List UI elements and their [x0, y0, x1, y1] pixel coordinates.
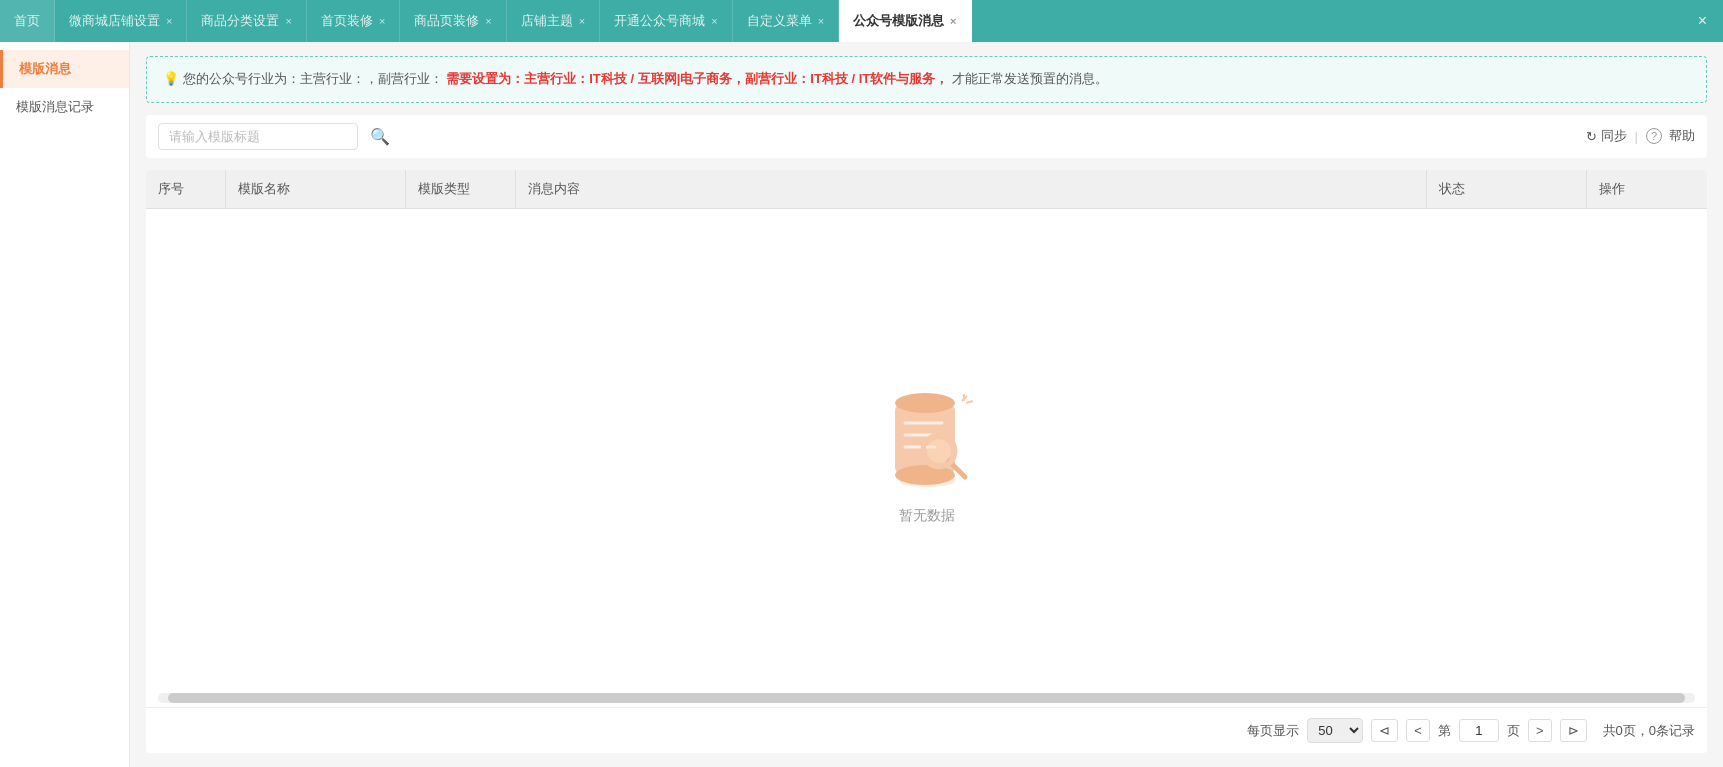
- nav-tab-3[interactable]: 首页装修×: [307, 0, 400, 42]
- sidebar: 模版消息模版消息记录: [0, 42, 130, 767]
- search-area: 🔍: [158, 123, 396, 150]
- help-label: 帮助: [1669, 127, 1695, 145]
- top-nav: 首页微商城店铺设置×商品分类设置×首页装修×商品页装修×店铺主题×开通公众号商城…: [0, 0, 1723, 42]
- svg-point-2: [895, 393, 955, 413]
- close-tab-icon-7[interactable]: ×: [818, 15, 824, 27]
- nav-tab-6[interactable]: 开通公众号商城×: [600, 0, 732, 42]
- page-size-label: 每页显示: [1247, 722, 1299, 740]
- close-tab-icon-3[interactable]: ×: [379, 15, 385, 27]
- divider: |: [1635, 129, 1638, 144]
- nav-tab-2[interactable]: 商品分类设置×: [187, 0, 306, 42]
- first-page-button[interactable]: ⊲: [1371, 719, 1398, 742]
- notice-icon: 💡: [163, 71, 179, 86]
- table-header-col-2: 模版类型: [406, 170, 516, 208]
- last-page-button[interactable]: ⊳: [1560, 719, 1587, 742]
- table-header-col-5: 操作: [1587, 170, 1707, 208]
- nav-tab-5[interactable]: 店铺主题×: [507, 0, 600, 42]
- total-label: 共0页，0条记录: [1603, 722, 1695, 740]
- close-tab-icon-4[interactable]: ×: [485, 15, 491, 27]
- table-header-col-0: 序号: [146, 170, 226, 208]
- horizontal-scrollbar[interactable]: [158, 693, 1695, 703]
- close-tab-icon-6[interactable]: ×: [711, 15, 717, 27]
- empty-illustration: [867, 373, 987, 493]
- search-input[interactable]: [158, 123, 358, 150]
- close-tab-icon-2[interactable]: ×: [285, 15, 291, 27]
- page-number-input[interactable]: [1459, 719, 1499, 742]
- prev-page-button[interactable]: <: [1406, 719, 1430, 742]
- table-header-col-3: 消息内容: [516, 170, 1427, 208]
- sidebar-item-1[interactable]: 模版消息记录: [0, 88, 129, 126]
- svg-point-9: [927, 439, 951, 463]
- sync-icon: ↻: [1586, 129, 1597, 144]
- main-layout: 模版消息模版消息记录 💡 您的公众号行业为：主营行业：，副营行业： 需要设置为：…: [0, 42, 1723, 767]
- toolbar: 🔍 ↻ 同步 | ? 帮助: [146, 115, 1707, 158]
- page-size-select[interactable]: 50 20 100: [1307, 718, 1363, 743]
- empty-state: 暂无数据: [146, 209, 1707, 689]
- search-button[interactable]: 🔍: [364, 125, 396, 148]
- nav-tab-7[interactable]: 自定义菜单×: [733, 0, 839, 42]
- content-area: 💡 您的公众号行业为：主营行业：，副营行业： 需要设置为：主营行业：IT科技 /…: [130, 42, 1723, 767]
- svg-line-12: [966, 401, 973, 403]
- table-header: 序号模版名称模版类型消息内容状态操作: [146, 170, 1707, 209]
- help-button[interactable]: ? 帮助: [1646, 127, 1695, 145]
- notice-suffix: 才能正常发送预置的消息。: [952, 71, 1108, 86]
- nav-tab-4[interactable]: 商品页装修×: [400, 0, 506, 42]
- nav-tab-0[interactable]: 首页: [0, 0, 55, 42]
- page-post-label: 页: [1507, 722, 1520, 740]
- toolbar-right: ↻ 同步 | ? 帮助: [1586, 127, 1695, 145]
- nav-tab-1[interactable]: 微商城店铺设置×: [55, 0, 187, 42]
- empty-text: 暂无数据: [899, 507, 955, 525]
- sync-label: 同步: [1601, 127, 1627, 145]
- data-table: 序号模版名称模版类型消息内容状态操作: [146, 170, 1707, 753]
- scrollbar-thumb[interactable]: [168, 693, 1685, 703]
- help-icon: ?: [1646, 128, 1662, 144]
- close-tab-icon-5[interactable]: ×: [579, 15, 585, 27]
- nav-tab-8[interactable]: 公众号模版消息×: [839, 0, 971, 42]
- close-tab-icon-8[interactable]: ×: [950, 15, 956, 27]
- sync-button[interactable]: ↻ 同步: [1586, 127, 1627, 145]
- notice-box: 💡 您的公众号行业为：主营行业：，副营行业： 需要设置为：主营行业：IT科技 /…: [146, 56, 1707, 103]
- next-page-button[interactable]: >: [1528, 719, 1552, 742]
- table-header-col-4: 状态: [1427, 170, 1587, 208]
- pagination: 每页显示 50 20 100 ⊲ < 第 页 > ⊳ 共0页，0条记录: [146, 707, 1707, 753]
- close-all-button[interactable]: ×: [1682, 12, 1723, 30]
- close-tab-icon-1[interactable]: ×: [166, 15, 172, 27]
- table-header-col-1: 模版名称: [226, 170, 406, 208]
- notice-prefix: 您的公众号行业为：主营行业：，副营行业：: [183, 71, 443, 86]
- page-pre-label: 第: [1438, 722, 1451, 740]
- notice-highlight: 需要设置为：主营行业：IT科技 / 互联网|电子商务，副营行业：IT科技 / I…: [446, 71, 948, 86]
- sidebar-item-0[interactable]: 模版消息: [0, 50, 129, 88]
